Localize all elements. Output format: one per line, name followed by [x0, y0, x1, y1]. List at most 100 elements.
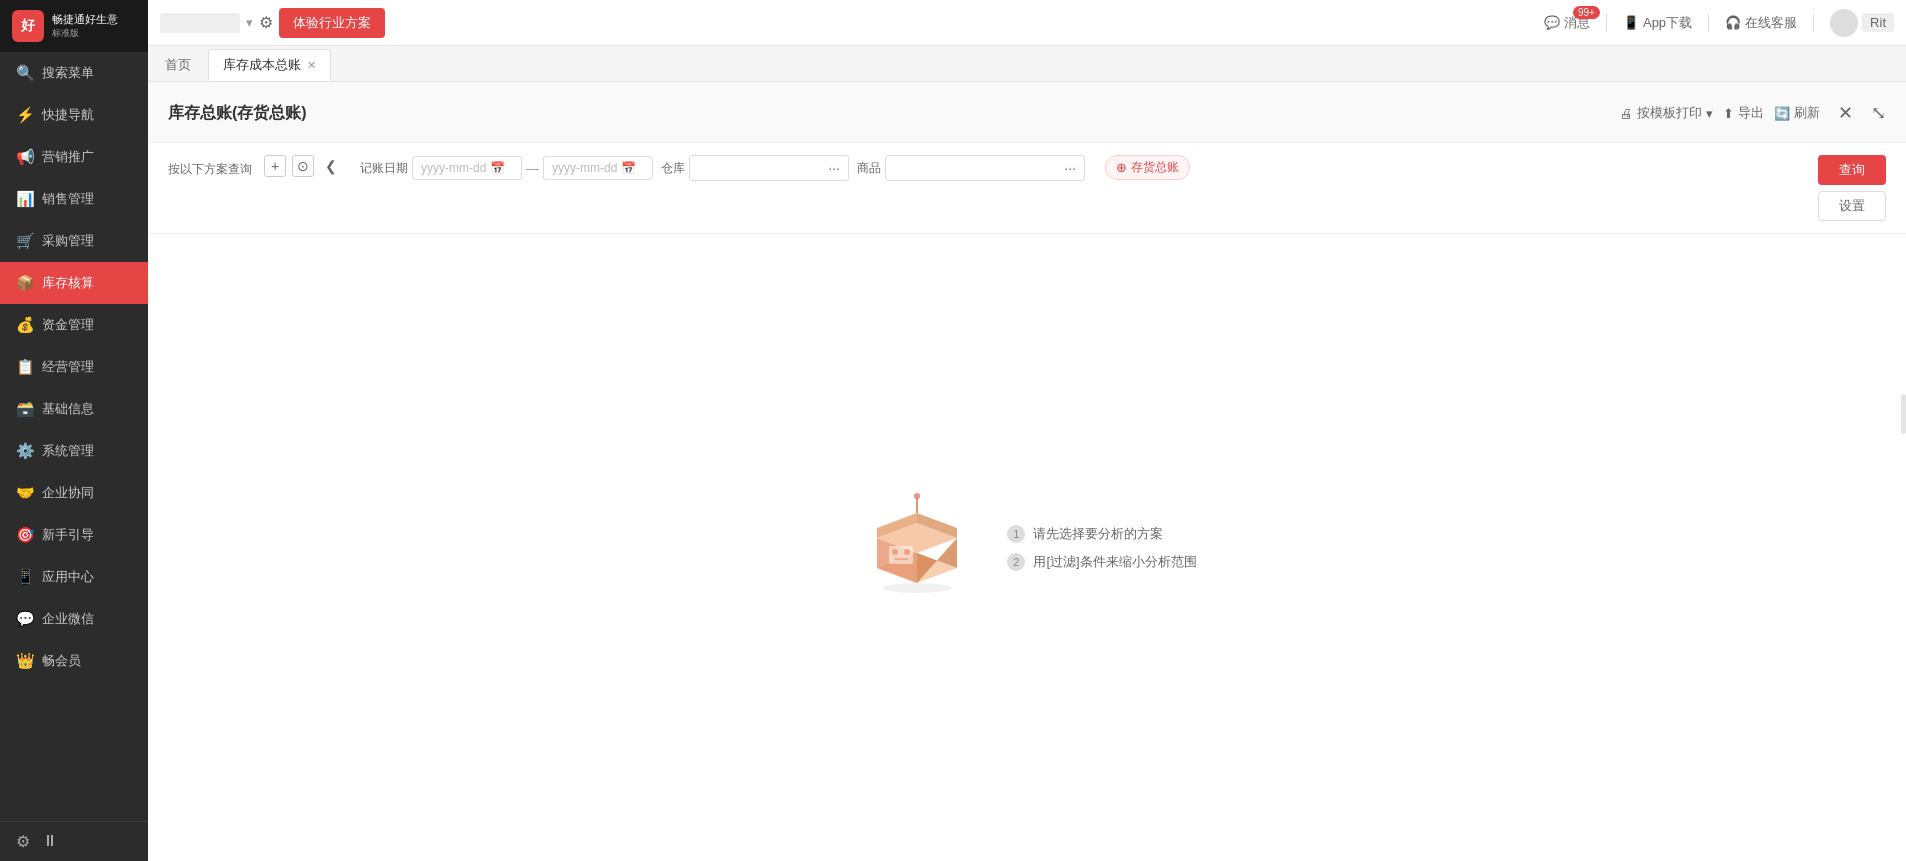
trial-btn[interactable]: 体验行业方案 [279, 8, 385, 38]
date-separator: — [526, 161, 539, 176]
tab-home[interactable]: 首页 [148, 49, 208, 81]
sidebar-item-label: 资金管理 [42, 316, 94, 334]
sidebar-item-search[interactable]: 🔍 搜索菜单 [0, 52, 148, 94]
logo-text-area: 畅捷通好生意 标准版 [52, 12, 118, 40]
speaker-icon[interactable]: ⏸ [42, 832, 58, 851]
sidebar-item-sales[interactable]: 📊 销售管理 [0, 178, 148, 220]
online-service-btn[interactable]: 🎧 在线客服 [1725, 14, 1797, 32]
date-field-label: 记账日期 [360, 160, 408, 177]
date-end-placeholder: yyyy-mm-dd [552, 161, 617, 175]
sidebar-item-label: 快捷导航 [42, 106, 94, 124]
filter-row: 记账日期 yyyy-mm-dd 📅 — yyyy-mm-dd 📅 仓库 [360, 155, 1085, 181]
message-icon: 💬 [1544, 15, 1560, 30]
sidebar-item-finance[interactable]: 💰 资金管理 [0, 304, 148, 346]
product-more-icon: ··· [1064, 160, 1076, 176]
app-logo: 好 畅捷通好生意 标准版 [0, 0, 148, 52]
marketing-nav-icon: 📢 [16, 148, 34, 166]
sidebar-bottom: ⚙ ⏸ [0, 821, 148, 861]
warehouse-field-label: 仓库 [661, 160, 685, 177]
sidebar-item-system[interactable]: ⚙️ 系统管理 [0, 430, 148, 472]
tip-text-2: 用[过滤]条件来缩小分析范围 [1033, 553, 1196, 571]
svg-point-8 [904, 549, 910, 555]
product-field-label: 商品 [857, 160, 881, 177]
bottom-icons: ⚙ ⏸ [16, 832, 58, 851]
sidebar-item-label: 营销推广 [42, 148, 94, 166]
topbar-search-area[interactable] [160, 13, 240, 33]
settings-button[interactable]: 设置 [1818, 191, 1886, 221]
action-btns: 查询 设置 [1818, 155, 1886, 221]
sidebar-item-cooperation[interactable]: 🤝 企业协同 [0, 472, 148, 514]
user-area: Rit [1830, 9, 1894, 37]
sidebar-item-label: 库存核算 [42, 274, 94, 292]
panel-close-btn[interactable]: ✕ [1830, 94, 1861, 132]
online-service-label: 在线客服 [1745, 14, 1797, 32]
filter-add-btn[interactable]: + [264, 155, 286, 177]
date-end-input[interactable]: yyyy-mm-dd 📅 [543, 156, 653, 180]
sidebar-item-label: 应用中心 [42, 568, 94, 586]
gear-settings-button[interactable]: ⚙ [259, 13, 273, 32]
sidebar-item-member[interactable]: 👑 畅会员 [0, 640, 148, 682]
topbar: ▾ ⚙ 体验行业方案 💬 消息 99+ 📱 App下载 🎧 在线客服 [148, 0, 1906, 46]
sidebar-item-wechat[interactable]: 💬 企业微信 [0, 598, 148, 640]
divider3 [1813, 14, 1814, 32]
cooperation-nav-icon: 🤝 [16, 484, 34, 502]
filter-collapse-btn[interactable]: ❮ [320, 155, 342, 177]
logo-icon: 好 [12, 10, 44, 42]
divider1 [1606, 14, 1607, 32]
query-button[interactable]: 查询 [1818, 155, 1886, 185]
print-icon: 🖨 [1620, 106, 1633, 121]
messages-btn[interactable]: 💬 消息 99+ [1544, 14, 1590, 32]
filter-area: 按以下方案查询 + ⊙ ❮ 记账日期 yyyy-mm-dd 📅 — yyyy-m… [148, 143, 1906, 234]
settings-bottom-icon[interactable]: ⚙ [16, 832, 30, 851]
calendar-end-icon: 📅 [621, 161, 636, 175]
svg-point-11 [914, 493, 920, 499]
date-start-input[interactable]: yyyy-mm-dd 📅 [412, 156, 522, 180]
sidebar-item-newbie[interactable]: 🎯 新手引导 [0, 514, 148, 556]
empty-tips: 1 请先选择要分析的方案 2 用[过滤]条件来缩小分析范围 [1007, 525, 1196, 571]
sidebar-item-marketing[interactable]: 📢 营销推广 [0, 136, 148, 178]
filter-warehouse-group: 仓库 ··· [661, 155, 849, 181]
logo-badge: 标准版 [52, 27, 118, 40]
search-nav-icon: 🔍 [16, 64, 34, 82]
sidebar-item-label: 畅会员 [42, 652, 81, 670]
tab-inventory-ledger[interactable]: 库存成本总账 ✕ [208, 49, 331, 81]
topbar-left: ▾ ⚙ 体验行业方案 [160, 8, 1536, 38]
topbar-dropdown-icon[interactable]: ▾ [246, 15, 253, 30]
svg-rect-6 [889, 546, 913, 564]
warehouse-select[interactable]: ··· [689, 155, 849, 181]
tabbar: 首页 库存成本总账 ✕ [148, 46, 1906, 82]
refresh-button[interactable]: 🔄 刷新 [1774, 104, 1820, 122]
export-label: 导出 [1738, 104, 1764, 122]
topbar-right: 💬 消息 99+ 📱 App下载 🎧 在线客服 Rit [1544, 9, 1894, 37]
sidebar-item-appcenter[interactable]: 📱 应用中心 [0, 556, 148, 598]
shortcut-nav-icon: ⚡ [16, 106, 34, 124]
filter-clear-btn[interactable]: ⊙ [292, 155, 314, 177]
sidebar-item-shortcut[interactable]: ⚡ 快捷导航 [0, 94, 148, 136]
sidebar-item-label: 采购管理 [42, 232, 94, 250]
warehouse-more-icon: ··· [828, 160, 840, 176]
sidebar-item-purchase[interactable]: 🛒 采购管理 [0, 220, 148, 262]
schema-tag[interactable]: ⊕ 存货总账 [1105, 155, 1190, 180]
page-header: 库存总账(存货总账) 🖨 按模板打印 ▾ ⬆ 导出 🔄 刷新 ✕ ⤡ [148, 82, 1906, 143]
app-download-label: App下载 [1643, 14, 1692, 32]
print-button[interactable]: 🖨 按模板打印 ▾ [1620, 104, 1713, 122]
empty-state: 1 请先选择要分析的方案 2 用[过滤]条件来缩小分析范围 [148, 234, 1906, 861]
scroll-indicator[interactable] [1901, 394, 1906, 434]
sidebar-item-operations[interactable]: 📋 经营管理 [0, 346, 148, 388]
sidebar-item-inventory[interactable]: 📦 库存核算 [0, 262, 148, 304]
date-start-placeholder: yyyy-mm-dd [421, 161, 486, 175]
tab-close-btn[interactable]: ✕ [307, 59, 316, 72]
panel-expand-btn[interactable]: ⤡ [1871, 102, 1886, 124]
user-name[interactable]: Rit [1862, 13, 1894, 32]
filter-btn-group: + ⊙ ❮ [264, 155, 342, 177]
sidebar-item-basic[interactable]: 🗃️ 基础信息 [0, 388, 148, 430]
product-select[interactable]: ··· [885, 155, 1085, 181]
app-download-btn[interactable]: 📱 App下载 [1623, 14, 1692, 32]
avatar[interactable] [1830, 9, 1858, 37]
basic-nav-icon: 🗃️ [16, 400, 34, 418]
logo-name: 畅捷通好生意 [52, 12, 118, 27]
export-button[interactable]: ⬆ 导出 [1723, 104, 1764, 122]
filter-date-group: 记账日期 yyyy-mm-dd 📅 — yyyy-mm-dd 📅 [360, 156, 653, 180]
wechat-nav-icon: 💬 [16, 610, 34, 628]
svg-point-7 [892, 549, 898, 555]
